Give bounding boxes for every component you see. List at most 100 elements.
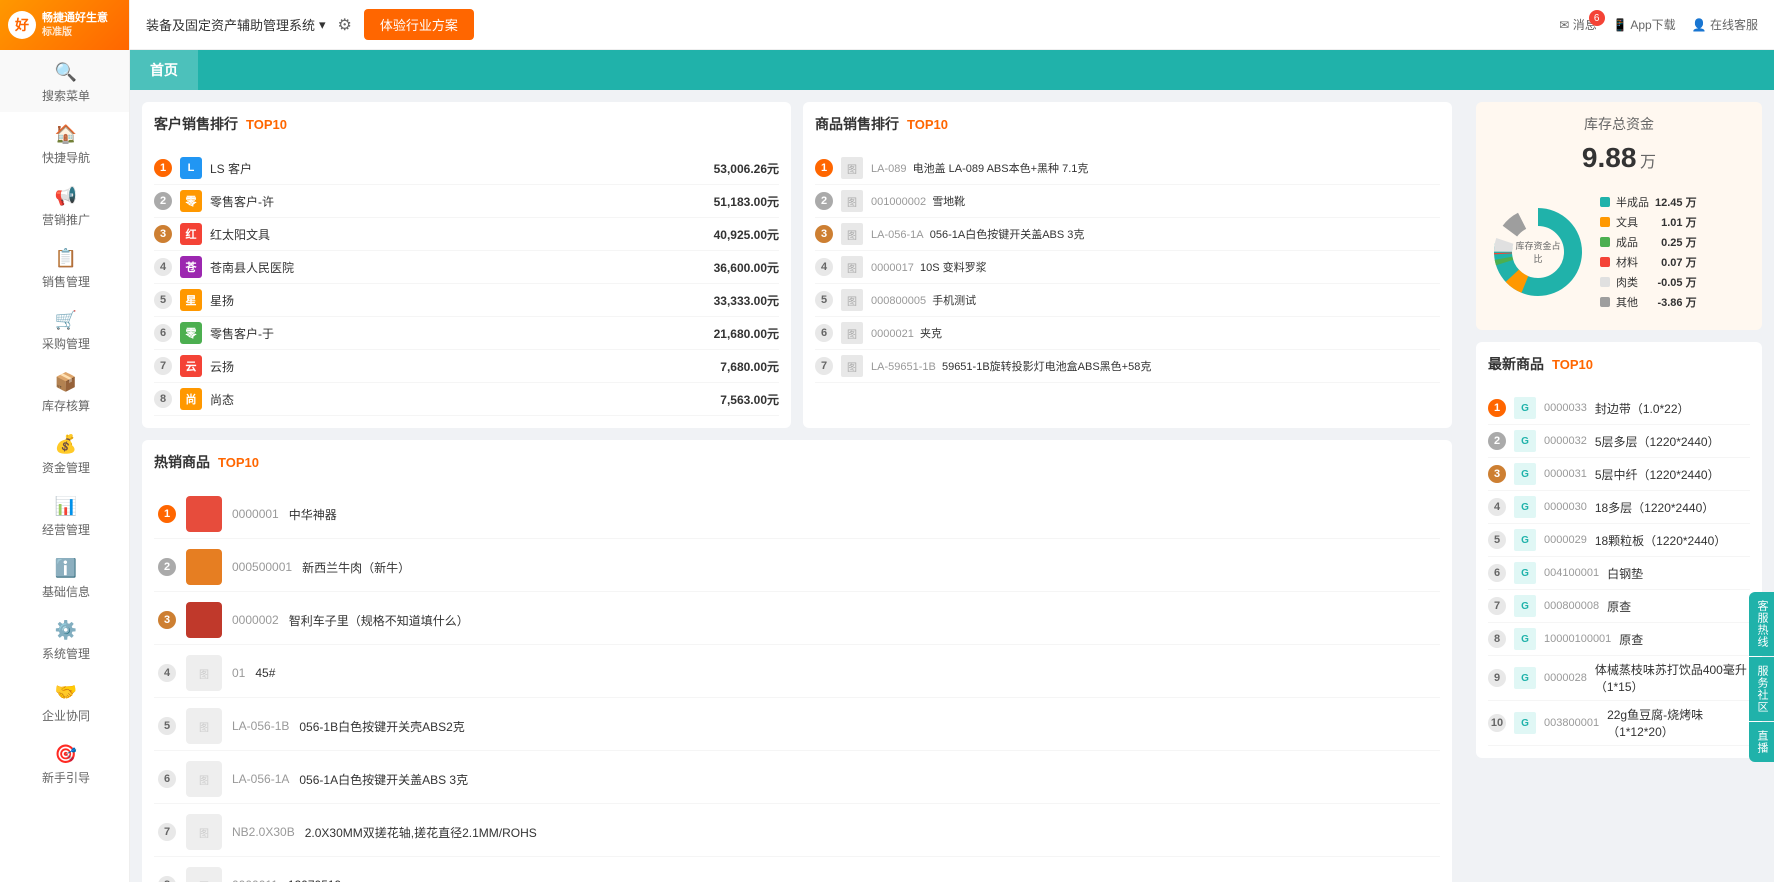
new-product-item: 4 G 0000030 18多层（1220*2440） xyxy=(1488,491,1750,524)
customer-name: 星扬 xyxy=(210,292,706,309)
trial-button[interactable]: 体验行业方案 xyxy=(364,9,474,40)
rank-number: 2 xyxy=(815,192,833,210)
new-product-item: 1 G 0000033 封边带（1.0*22） xyxy=(1488,392,1750,425)
left-panel: 客户销售排行 TOP10 1 L LS 客户 53,006.26元 2 零 零售… xyxy=(130,90,1464,882)
online-service-button[interactable]: 👤 在线客服 xyxy=(1692,16,1758,33)
hot-code: LA-056-1A xyxy=(232,772,289,786)
inventory-icon: 📦 xyxy=(55,372,77,393)
legend-name: 文具 xyxy=(1616,214,1655,230)
hot-code: 000500001 xyxy=(232,560,292,574)
legend-name: 半成品 xyxy=(1616,194,1649,210)
new-product-img: G xyxy=(1514,712,1536,734)
sidebar-item-inventory[interactable]: 📦 库存核算 xyxy=(0,360,129,422)
legend-item: 文具 1.01 万 xyxy=(1600,214,1697,230)
hot-name: 056-1A白色按键开关盖ABS 3克 xyxy=(299,771,468,788)
legend-value: -0.05 万 xyxy=(1657,274,1696,290)
customer-rank-item: 7 云 云扬 7,680.00元 xyxy=(154,350,779,383)
sidebar-item-management[interactable]: 📊 经营管理 xyxy=(0,484,129,546)
new-product-code: 0000032 xyxy=(1544,435,1587,447)
customer-rank-list: 1 L LS 客户 53,006.26元 2 零 零售客户-许 51,183.0… xyxy=(154,152,779,416)
rank-number: 2 xyxy=(158,558,176,576)
hot-img xyxy=(186,549,222,585)
sidebar-item-guide[interactable]: 🎯 新手引导 xyxy=(0,732,129,794)
hot-code: 0000002 xyxy=(232,613,279,627)
tab-home[interactable]: 首页 xyxy=(130,50,198,90)
legend-dot xyxy=(1600,277,1610,287)
product-rank-item: 2 图 001000002 雪地靴 xyxy=(815,185,1440,218)
new-product-name: 18颗粒板（1220*2440） xyxy=(1595,532,1726,549)
customer-amount: 7,563.00元 xyxy=(720,391,779,408)
sidebar-item-quicknav[interactable]: 🏠 快捷导航 xyxy=(0,112,129,174)
chevron-down-icon: ▾ xyxy=(319,17,326,33)
rank-number: 7 xyxy=(158,823,176,841)
rank-number: 10 xyxy=(1488,714,1506,732)
sidebar-item-system[interactable]: ⚙️ 系统管理 xyxy=(0,608,129,670)
float-community[interactable]: 服务社区 xyxy=(1749,657,1774,721)
legend-name: 材料 xyxy=(1616,254,1655,270)
rank-number: 8 xyxy=(158,876,176,882)
legend-value: 1.01 万 xyxy=(1661,214,1696,230)
float-customer-service[interactable]: 客服热线 xyxy=(1749,592,1774,656)
donut-section: 库存资金占比 半成品 12.45 万 文具 1.01 万 成品 0.25 万 材… xyxy=(1488,186,1750,318)
sidebar-item-collab[interactable]: 🤝 企业协同 xyxy=(0,670,129,732)
rank-number: 4 xyxy=(154,258,172,276)
rank-number: 5 xyxy=(154,291,172,309)
customer-avatar: 苍 xyxy=(180,256,202,278)
new-product-name: 18多层（1220*2440） xyxy=(1595,499,1714,516)
legend-item: 半成品 12.45 万 xyxy=(1600,194,1697,210)
newest-products-card: 最新商品 TOP10 1 G 0000033 封边带（1.0*22） 2 G 0… xyxy=(1476,342,1762,758)
new-product-img: G xyxy=(1514,463,1536,485)
new-product-img: G xyxy=(1514,529,1536,551)
product-img: 图 xyxy=(841,355,863,377)
inventory-legend: 半成品 12.45 万 文具 1.01 万 成品 0.25 万 材料 0.07 … xyxy=(1600,194,1697,310)
sidebar-item-marketing[interactable]: 📢 营销推广 xyxy=(0,174,129,236)
customer-name: 零售客户-许 xyxy=(210,193,706,210)
notification-button[interactable]: ✉ 消息 6 xyxy=(1559,16,1596,33)
home-icon: 🏠 xyxy=(55,124,77,145)
customer-ranking-title: 客户销售排行 TOP10 xyxy=(154,114,287,134)
new-product-code: 0000029 xyxy=(1544,534,1587,546)
sidebar-item-purchase[interactable]: 🛒 采购管理 xyxy=(0,298,129,360)
new-product-code: 0000030 xyxy=(1544,501,1587,513)
new-product-img: G xyxy=(1514,397,1536,419)
hot-img: 图 xyxy=(186,655,222,691)
hot-item: 5 图 LA-056-1B 056-1B白色按键开关壳ABS2克 xyxy=(154,702,1440,751)
settings-icon[interactable]: ⚙ xyxy=(338,15,352,35)
sidebar-item-basic[interactable]: ℹ️ 基础信息 xyxy=(0,546,129,608)
hot-name: 中华神器 xyxy=(289,506,337,523)
app-download-button[interactable]: 📱 App下载 xyxy=(1613,16,1676,33)
customer-name: 云扬 xyxy=(210,358,712,375)
float-live[interactable]: 直播 xyxy=(1749,722,1774,762)
customer-name: 零售客户-于 xyxy=(210,325,706,342)
search-icon: 🔍 xyxy=(55,62,77,83)
sidebar-item-finance[interactable]: 💰 资金管理 xyxy=(0,422,129,484)
product-rank-item: 7 图 LA-59651-1B 59651-1B旋转投影灯电池盒ABS黑色+58… xyxy=(815,350,1440,383)
rank-number: 5 xyxy=(158,717,176,735)
rank-number: 5 xyxy=(815,291,833,309)
ranking-section: 客户销售排行 TOP10 1 L LS 客户 53,006.26元 2 零 零售… xyxy=(142,102,1452,428)
customer-rank-item: 8 尚 尚态 7,563.00元 xyxy=(154,383,779,416)
hot-item: 3 0000002 智利车子里（规格不知道填什么） xyxy=(154,596,1440,645)
hot-products-grid: 1 0000001 中华神器 2 000500001 新西兰牛肉（新牛） 3 0… xyxy=(154,490,1440,882)
hot-item: 2 000500001 新西兰牛肉（新牛） xyxy=(154,543,1440,592)
product-img: 图 xyxy=(841,256,863,278)
new-product-img: G xyxy=(1514,562,1536,584)
sidebar-item-search[interactable]: 🔍 搜索菜单 xyxy=(0,50,129,112)
product-info: 000800005 手机测试 xyxy=(871,292,1440,308)
legend-value: 0.07 万 xyxy=(1661,254,1696,270)
right-panel: 库存总资金 9.88 万 库存资金占比 xyxy=(1464,90,1774,882)
service-icon: 👤 xyxy=(1692,18,1707,32)
legend-value: -3.86 万 xyxy=(1657,294,1696,310)
product-rank-list: 1 图 LA-089 电池盖 LA-089 ABS本色+黑种 7.1克 2 图 … xyxy=(815,152,1440,383)
new-product-name: 5层多层（1220*2440） xyxy=(1595,433,1720,450)
sidebar-item-sales[interactable]: 📋 销售管理 xyxy=(0,236,129,298)
rank-number: 6 xyxy=(154,324,172,342)
finance-icon: 💰 xyxy=(55,434,77,455)
new-product-img: G xyxy=(1514,496,1536,518)
rank-number: 1 xyxy=(158,505,176,523)
legend-name: 其他 xyxy=(1616,294,1651,310)
customer-amount: 40,925.00元 xyxy=(714,226,779,243)
new-product-item: 3 G 0000031 5层中纤（1220*2440） xyxy=(1488,458,1750,491)
system-selector[interactable]: 装备及固定资产辅助管理系统 ▾ xyxy=(146,15,326,34)
hot-name: 12070519-xs xyxy=(288,878,357,882)
